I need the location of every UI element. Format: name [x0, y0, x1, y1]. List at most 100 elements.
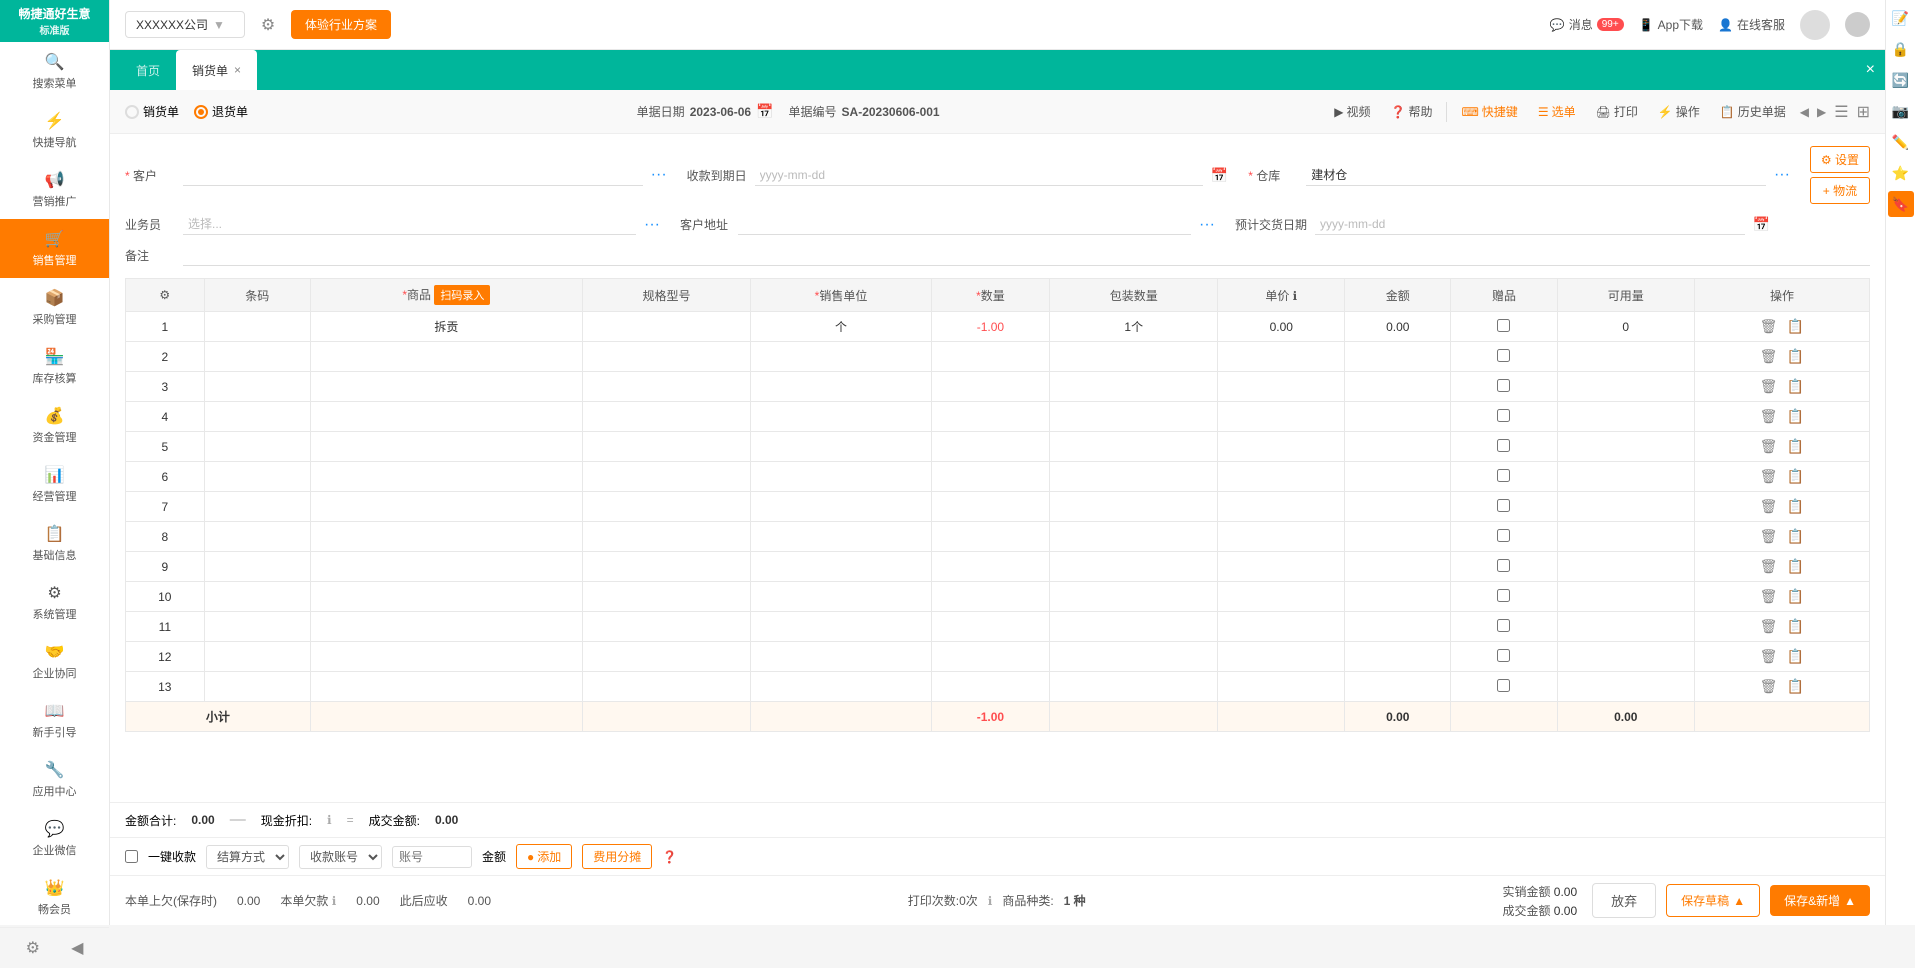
cell-pkg-qty[interactable] [1050, 342, 1218, 372]
cell-pkg-qty[interactable] [1050, 672, 1218, 702]
cell-gift[interactable] [1451, 372, 1557, 402]
cell-price[interactable] [1218, 642, 1345, 672]
cell-price[interactable] [1218, 342, 1345, 372]
col-settings[interactable]: ⚙ [126, 279, 205, 312]
cell-amount[interactable] [1345, 672, 1451, 702]
cell-amount[interactable] [1345, 552, 1451, 582]
cell-gift[interactable] [1451, 642, 1557, 672]
view-list-icon[interactable]: ☰ [1834, 102, 1848, 122]
toolbar-print-btn[interactable]: 🖨 打印 [1590, 100, 1644, 123]
cell-pkg-qty[interactable] [1050, 582, 1218, 612]
sidebar-item-operation[interactable]: 📊 经营管理 [0, 455, 109, 514]
sidebar-item-search[interactable]: 🔍 搜索菜单 [0, 42, 109, 101]
cell-price[interactable] [1218, 492, 1345, 522]
cell-product[interactable] [310, 642, 582, 672]
nav-next-icon[interactable]: ▶ [1817, 105, 1826, 119]
delete-icon[interactable]: 🗑 [1760, 678, 1778, 694]
toolbar-shortcut-btn[interactable]: ⌨ 快捷键 [1455, 100, 1523, 123]
cell-price[interactable]: 0.00 [1218, 312, 1345, 342]
cell-spec[interactable] [582, 612, 750, 642]
cell-barcode[interactable] [204, 492, 310, 522]
form-wuliu-btn[interactable]: + 物流 [1810, 177, 1870, 204]
message-btn[interactable]: 💬 消息 99+ [1550, 16, 1624, 33]
sidebar-item-finance[interactable]: 💰 资金管理 [0, 396, 109, 455]
toolbar-help-btn[interactable]: ❓ 帮助 [1385, 100, 1439, 123]
cell-spec[interactable] [582, 402, 750, 432]
customer-addr-input[interactable] [738, 214, 1191, 235]
form-setting-btn[interactable]: ⚙ 设置 [1810, 146, 1870, 173]
avatar2[interactable] [1845, 12, 1870, 37]
cell-product[interactable] [310, 402, 582, 432]
toolbar-operate-btn[interactable]: ⚡ 操作 [1652, 100, 1706, 123]
cell-gift[interactable] [1451, 582, 1557, 612]
warehouse-input[interactable] [1306, 165, 1766, 186]
cell-gift[interactable] [1451, 342, 1557, 372]
sidebar-item-quick-nav[interactable]: ⚡ 快捷导航 [0, 101, 109, 160]
company-selector[interactable]: XXXXXX公司 ▼ [125, 11, 245, 38]
cell-pkg-qty[interactable] [1050, 372, 1218, 402]
copy-icon[interactable]: 📋 [1787, 468, 1804, 484]
cell-qty[interactable]: -1.00 [931, 312, 1049, 342]
discount-info-icon[interactable]: ℹ [327, 813, 332, 827]
add-payment-btn[interactable]: ● 添加 [516, 844, 572, 869]
avatar[interactable] [1800, 10, 1830, 40]
cell-product[interactable] [310, 552, 582, 582]
cell-qty[interactable] [931, 522, 1049, 552]
expected-date-input[interactable] [1315, 214, 1745, 235]
delete-icon[interactable]: 🗑 [1760, 558, 1778, 574]
cell-amount[interactable] [1345, 642, 1451, 672]
cell-product[interactable] [310, 582, 582, 612]
online-service-btn[interactable]: 👤 在线客服 [1718, 16, 1785, 33]
cell-gift[interactable] [1451, 672, 1557, 702]
cell-product[interactable]: 拆贡 [310, 312, 582, 342]
cell-barcode[interactable] [204, 522, 310, 552]
cell-barcode[interactable] [204, 552, 310, 582]
cell-amount[interactable] [1345, 582, 1451, 612]
cell-pkg-qty[interactable]: 1个 [1050, 312, 1218, 342]
cell-barcode[interactable] [204, 612, 310, 642]
one-click-payment-checkbox[interactable] [125, 850, 138, 863]
cell-product[interactable] [310, 672, 582, 702]
cell-pkg-qty[interactable] [1050, 552, 1218, 582]
cell-pkg-qty[interactable] [1050, 402, 1218, 432]
copy-icon[interactable]: 📋 [1787, 618, 1804, 634]
cell-barcode[interactable] [204, 672, 310, 702]
cell-amount[interactable] [1345, 462, 1451, 492]
cell-qty[interactable] [931, 342, 1049, 372]
cell-qty[interactable] [931, 372, 1049, 402]
customer-input[interactable] [183, 165, 643, 186]
cell-pkg-qty[interactable] [1050, 462, 1218, 492]
cell-gift[interactable] [1451, 552, 1557, 582]
cell-barcode[interactable] [204, 642, 310, 672]
tab-sales-order[interactable]: 销货单 × [176, 50, 257, 90]
cell-product[interactable] [310, 522, 582, 552]
cell-product[interactable] [310, 462, 582, 492]
product-types-icon[interactable]: ℹ [988, 894, 993, 908]
cell-amount[interactable] [1345, 492, 1451, 522]
copy-icon[interactable]: 📋 [1787, 348, 1804, 364]
cell-barcode[interactable] [204, 462, 310, 492]
account-select[interactable]: 收款账号 [299, 845, 382, 869]
copy-icon[interactable]: 📋 [1787, 378, 1804, 394]
copy-icon[interactable]: 📋 [1787, 498, 1804, 514]
cell-unit[interactable]: 个 [751, 312, 932, 342]
cell-price[interactable] [1218, 432, 1345, 462]
account-number-input[interactable] [392, 846, 472, 868]
toolbar-history-btn[interactable]: 📋 历史单据 [1714, 100, 1792, 123]
cell-price[interactable] [1218, 672, 1345, 702]
sidebar-settings-icon[interactable]: ⚙ [26, 938, 40, 958]
sidebar-item-apps[interactable]: 🔧 应用中心 [0, 750, 109, 809]
cell-amount[interactable] [1345, 372, 1451, 402]
cell-amount[interactable] [1345, 612, 1451, 642]
cell-spec[interactable] [582, 342, 750, 372]
cell-barcode[interactable] [204, 372, 310, 402]
cell-gift[interactable] [1451, 522, 1557, 552]
right-panel-btn-3[interactable]: 🔄 [1888, 67, 1914, 93]
sidebar-item-system[interactable]: ⚙ 系统管理 [0, 573, 109, 632]
cell-qty[interactable] [931, 582, 1049, 612]
cell-qty[interactable] [931, 642, 1049, 672]
cell-spec[interactable] [582, 372, 750, 402]
cell-barcode[interactable] [204, 432, 310, 462]
cell-amount[interactable]: 0.00 [1345, 312, 1451, 342]
radio-sales-order[interactable]: 销货单 [125, 103, 179, 120]
